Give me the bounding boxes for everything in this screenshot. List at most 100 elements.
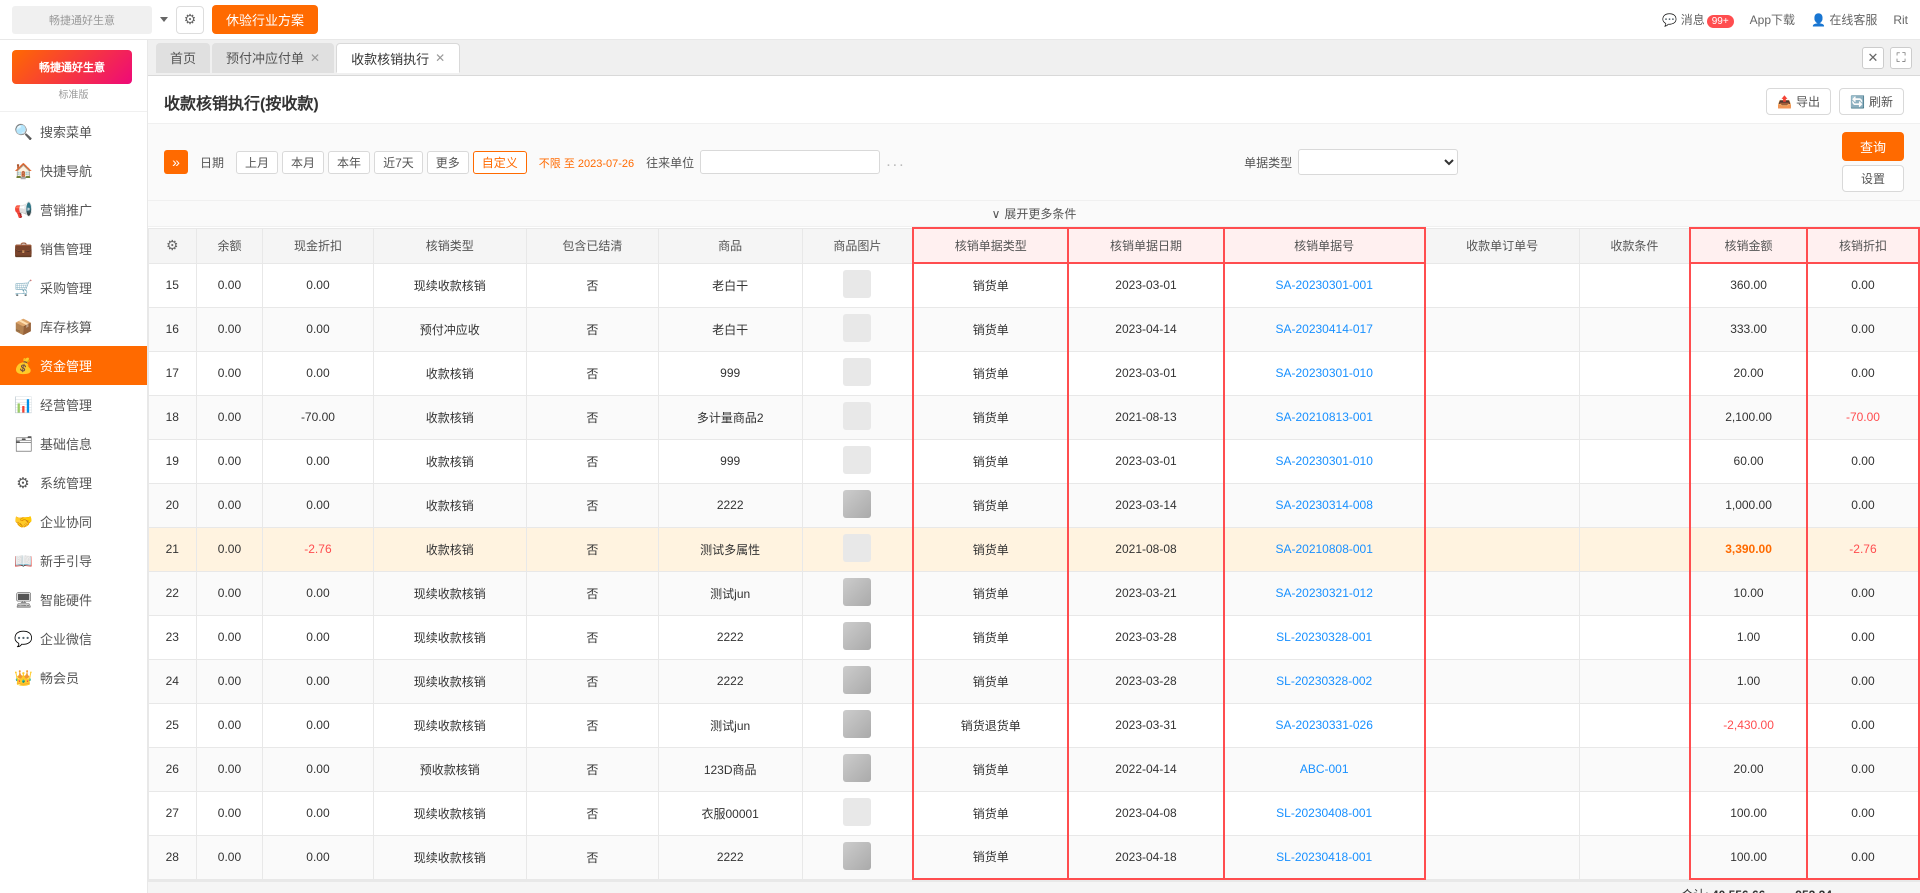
th-write-off-date: 核销单据日期 [1068, 228, 1223, 263]
sidebar-label-guide: 新手引导 [40, 551, 92, 570]
date-btn-7days[interactable]: 近7天 [374, 151, 423, 174]
date-btn-custom[interactable]: 自定义 [473, 151, 527, 174]
settings-filter-button[interactable]: 设置 [1842, 165, 1904, 192]
write-off-no-link[interactable]: SA-20230414-017 [1275, 322, 1372, 336]
footer-total-discount: 952.24 [1795, 888, 1832, 893]
td-write-off-no: SL-20230418-001 [1224, 835, 1425, 879]
sidebar-item-search[interactable]: 🔍搜索菜单 [0, 112, 147, 151]
write-off-no-link[interactable]: SA-20230301-001 [1275, 278, 1372, 292]
td-product-img [802, 307, 913, 351]
expand-more-button[interactable]: ∨ 展开更多条件 [992, 205, 1077, 222]
tab-collection[interactable]: 收款核销执行✕ [336, 43, 460, 73]
write-off-no-link[interactable]: SA-20230301-010 [1275, 454, 1372, 468]
tab-close-collection[interactable]: ✕ [435, 51, 445, 65]
td-write-off-date: 2023-03-31 [1068, 703, 1223, 747]
sidebar-item-member[interactable]: 👑畅会员 [0, 658, 147, 697]
td-cash-discount: 0.00 [263, 747, 373, 791]
marketing-icon: 📢 [14, 201, 32, 219]
sidebar-item-inventory[interactable]: 📦库存核算 [0, 307, 147, 346]
td-write-off-type: 收款核销 [373, 395, 526, 439]
enterprise-icon: 🤝 [14, 513, 32, 531]
write-off-no-link[interactable]: SL-20230418-001 [1276, 850, 1372, 864]
sidebar-item-guide[interactable]: 📖新手引导 [0, 541, 147, 580]
notification-icon[interactable]: 💬 消息99+ [1662, 11, 1733, 28]
td-balance: 0.00 [196, 571, 263, 615]
write-off-no-link[interactable]: SA-20210813-001 [1275, 410, 1372, 424]
date-range-display: 不限 至 2023-07-26 [539, 155, 634, 171]
sidebar-item-system[interactable]: ⚙系统管理 [0, 463, 147, 502]
sidebar-item-purchase[interactable]: 🛒采购管理 [0, 268, 147, 307]
td-collection-condition [1579, 439, 1690, 483]
td-write-off-date: 2023-03-28 [1068, 615, 1223, 659]
th-settings[interactable]: ⚙ [149, 228, 197, 263]
td-seq: 25 [149, 703, 197, 747]
sidebar-item-wechat[interactable]: 💬企业微信 [0, 619, 147, 658]
write-off-no-link[interactable]: SA-20230331-026 [1275, 718, 1372, 732]
footer-total-amount: 合计: 40,556,66... [1681, 886, 1775, 893]
app-download-link[interactable]: App下载 [1750, 11, 1795, 28]
table-row: 20 0.00 0.00 收款核销 否 2222 销货单 2023-03-14 … [149, 483, 1920, 527]
table-row: 15 0.00 0.00 现续收款核销 否 老白干 销货单 2023-03-01… [149, 263, 1920, 307]
filter-toggle-button[interactable]: » [164, 150, 188, 174]
brand-dropdown[interactable] [160, 17, 168, 22]
td-write-off-discount: 0.00 [1807, 307, 1919, 351]
settings-button[interactable]: ⚙ [176, 6, 204, 34]
product-image [843, 798, 871, 826]
sidebar-item-finance[interactable]: 💰资金管理 [0, 346, 147, 385]
date-btn-this-month[interactable]: 本月 [282, 151, 324, 174]
write-off-no-link[interactable]: SL-20230328-001 [1276, 630, 1372, 644]
write-off-no-link[interactable]: SA-20230321-012 [1275, 586, 1372, 600]
th-cash-discount: 现金折扣 [263, 228, 373, 263]
td-product: 2222 [658, 835, 802, 879]
chevron-down-icon [160, 17, 168, 22]
td-include-settled: 否 [526, 747, 658, 791]
industry-button[interactable]: 休验行业方案 [212, 5, 318, 34]
td-write-off-amount: 100.00 [1690, 835, 1807, 879]
tab-home[interactable]: 首页 [156, 43, 210, 73]
td-include-settled: 否 [526, 439, 658, 483]
table-wrapper[interactable]: ⚙ 余额 现金折扣 核销类型 包含已结清 商品 商品图片 核销单据类型 核销单据… [148, 227, 1920, 893]
write-off-no-link[interactable]: SA-20230301-010 [1275, 366, 1372, 380]
date-btn-this-year[interactable]: 本年 [328, 151, 370, 174]
td-write-off-type: 现续收款核销 [373, 703, 526, 747]
td-write-off-no: SL-20230408-001 [1224, 791, 1425, 835]
page-title: 收款核销执行(按收款) [164, 90, 319, 114]
export-button[interactable]: 📤 导出 [1766, 88, 1831, 115]
online-service-link[interactable]: 👤 在线客服 [1811, 11, 1877, 28]
td-collection-order-no [1425, 835, 1579, 879]
close-tab-button[interactable]: ✕ [1862, 47, 1884, 69]
sidebar-item-enterprise[interactable]: 🤝企业协同 [0, 502, 147, 541]
product-image [843, 622, 871, 650]
write-off-no-link[interactable]: SA-20230314-008 [1275, 498, 1372, 512]
write-off-no-link[interactable]: SL-20230328-002 [1276, 674, 1372, 688]
sidebar-item-quick-nav[interactable]: 🏠快捷导航 [0, 151, 147, 190]
query-button[interactable]: 查询 [1842, 132, 1904, 161]
td-seq: 20 [149, 483, 197, 527]
td-product-img [802, 571, 913, 615]
tab-prepay[interactable]: 预付冲应付单✕ [212, 43, 334, 73]
sidebar-item-operation[interactable]: 📊经营管理 [0, 385, 147, 424]
bill-type-select[interactable] [1298, 149, 1458, 175]
write-off-no-link[interactable]: SA-20210808-001 [1275, 542, 1372, 556]
partner-label: 往来单位 [646, 154, 694, 171]
sidebar-item-marketing[interactable]: 📢营销推广 [0, 190, 147, 229]
maximize-button[interactable]: ⛶ [1890, 47, 1912, 69]
td-write-off-date: 2023-03-28 [1068, 659, 1223, 703]
product-image [843, 842, 871, 870]
td-product: 999 [658, 439, 802, 483]
sidebar-item-sales[interactable]: 💼销售管理 [0, 229, 147, 268]
expand-more-bar: ∨ 展开更多条件 [148, 201, 1920, 227]
date-btn-last-month[interactable]: 上月 [236, 151, 278, 174]
refresh-button[interactable]: 🔄 刷新 [1839, 88, 1904, 115]
table-row: 22 0.00 0.00 现续收款核销 否 测试jun 销货单 2023-03-… [149, 571, 1920, 615]
sidebar-item-basic[interactable]: 🗂基础信息 [0, 424, 147, 463]
td-write-off-discount: -70.00 [1807, 395, 1919, 439]
date-btn-more[interactable]: 更多 [427, 151, 469, 174]
date-label: 日期 [200, 154, 224, 171]
partner-input[interactable] [700, 150, 880, 174]
write-off-no-link[interactable]: ABC-001 [1300, 762, 1349, 776]
tab-close-prepay[interactable]: ✕ [310, 51, 320, 65]
td-product-img [802, 483, 913, 527]
write-off-no-link[interactable]: SL-20230408-001 [1276, 806, 1372, 820]
sidebar-item-hardware[interactable]: 🖥智能硬件 [0, 580, 147, 619]
